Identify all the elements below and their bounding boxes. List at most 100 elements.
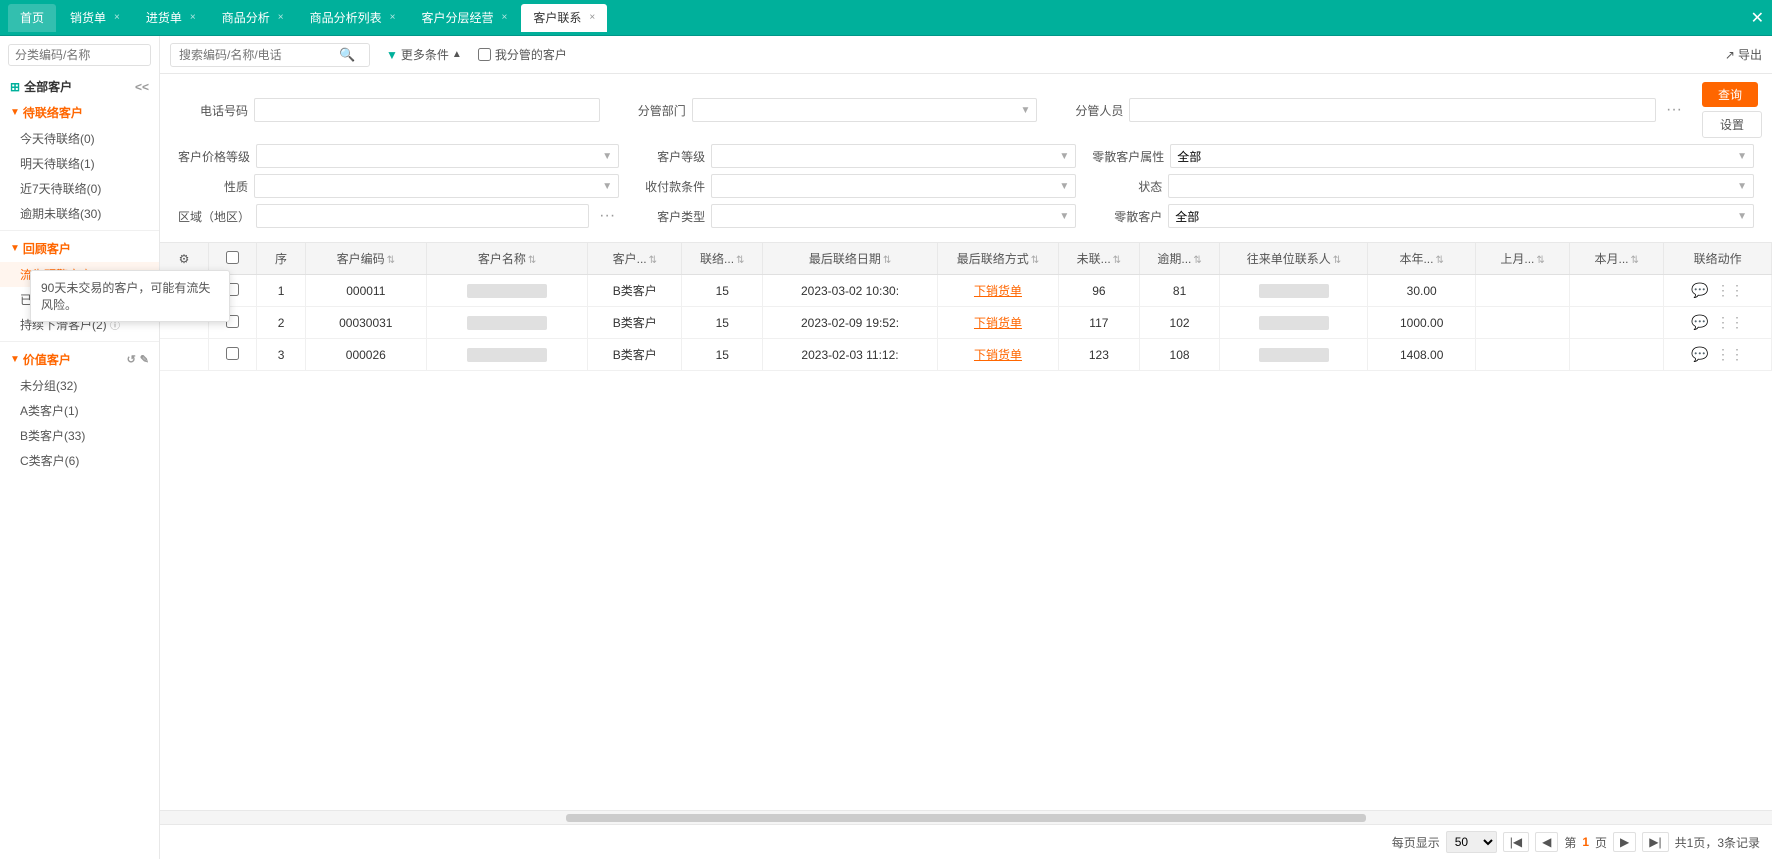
name-sort-icon[interactable]: ⇅ [528, 255, 536, 266]
row1-method-link[interactable]: 下销货单 [974, 284, 1022, 298]
unit-sort-icon[interactable]: ⇅ [1333, 255, 1341, 266]
filter-payment-select[interactable]: ▼ [711, 174, 1076, 198]
tab-product-analysis[interactable]: 商品分析 × [210, 4, 296, 32]
pg-last-btn[interactable]: ▶| [1642, 832, 1668, 852]
scroll-thumb[interactable] [566, 814, 1366, 822]
main-search-bar[interactable]: 🔍 [170, 43, 370, 67]
tab-product-list-close[interactable]: × [390, 12, 396, 23]
sidebar-search-input[interactable] [15, 48, 160, 62]
sidebar-group-lost[interactable]: ▼ 回顾客户 [0, 235, 159, 262]
tab-product-analysis-close[interactable]: × [278, 12, 284, 23]
th-last-contact-date[interactable]: 最后联络日期⇅ [763, 243, 938, 275]
sidebar-item-tomorrow-contact[interactable]: 明天待联络(1) [0, 151, 159, 176]
filter-dept-select[interactable]: ▼ [692, 98, 1038, 122]
date-sort-icon[interactable]: ⇅ [883, 255, 891, 266]
contact-sort-icon[interactable]: ⇅ [736, 255, 744, 266]
filter-person-more[interactable]: ··· [1662, 101, 1686, 119]
select-all-checkbox[interactable] [226, 251, 239, 264]
row3-method[interactable]: 下销货单 [937, 339, 1058, 371]
tab-home[interactable]: 首页 [8, 4, 56, 32]
sidebar-item-class-a[interactable]: A类客户(1) [0, 398, 159, 423]
tab-customer-contact[interactable]: 客户联系 × [521, 4, 607, 32]
sidebar-item-today-contact[interactable]: 今天待联络(0) [0, 126, 159, 151]
tab-sales[interactable]: 销货单 × [58, 4, 132, 32]
my-customers-checkbox[interactable] [478, 48, 491, 61]
filter-zero-attr-select[interactable]: 全部 ▼ [1170, 144, 1754, 168]
th-name[interactable]: 客户名称⇅ [426, 243, 587, 275]
query-btn[interactable]: 查询 [1702, 82, 1758, 107]
last-month-sort-icon[interactable]: ⇅ [1536, 255, 1544, 266]
th-this-month[interactable]: 本月...⇅ [1570, 243, 1664, 275]
this-year-sort-icon[interactable]: ⇅ [1435, 255, 1443, 266]
sidebar-collapse-icon[interactable]: << [135, 80, 149, 94]
not-contacted-sort-icon[interactable]: ⇅ [1113, 255, 1121, 266]
value-refresh-icon[interactable]: ↺ [127, 353, 136, 366]
code-sort-icon[interactable]: ⇅ [387, 255, 395, 266]
th-last-month[interactable]: 上月...⇅ [1475, 243, 1569, 275]
row1-method[interactable]: 下销货单 [937, 275, 1058, 307]
horizontal-scrollbar[interactable] [160, 810, 1772, 824]
export-btn[interactable]: ↗ 导出 [1725, 46, 1762, 63]
row2-action[interactable]: 💬 ⋮⋮ [1664, 307, 1772, 339]
this-month-sort-icon[interactable]: ⇅ [1631, 255, 1639, 266]
row2-method[interactable]: 下销货单 [937, 307, 1058, 339]
tab-purchase[interactable]: 进货单 × [134, 4, 208, 32]
filter-phone-input[interactable] [254, 98, 600, 122]
value-edit-icon[interactable]: ✎ [140, 353, 149, 366]
declining-info-icon[interactable]: ⓘ [110, 321, 120, 332]
filter-person-select[interactable] [1129, 98, 1656, 122]
tab-product-list[interactable]: 商品分析列表 × [298, 4, 408, 32]
sidebar-item-class-b[interactable]: B类客户(33) [0, 423, 159, 448]
type-sort-icon[interactable]: ⇅ [649, 255, 657, 266]
th-code[interactable]: 客户编码⇅ [305, 243, 426, 275]
sidebar-item-class-c[interactable]: C类客户(6) [0, 448, 159, 473]
main-search-input[interactable] [179, 48, 339, 62]
row3-checkbox[interactable] [208, 339, 256, 371]
filter-price-level-select[interactable]: ▼ [256, 144, 619, 168]
row3-method-link[interactable]: 下销货单 [974, 348, 1022, 362]
row1-action-more-icon[interactable]: ⋮⋮ [1716, 282, 1744, 298]
th-not-contacted[interactable]: 未联...⇅ [1059, 243, 1140, 275]
row1-action[interactable]: 💬 ⋮⋮ [1664, 275, 1772, 307]
filter-customer-level-select[interactable]: ▼ [711, 144, 1076, 168]
pg-next-btn[interactable]: ▶ [1613, 832, 1636, 852]
row3-action-more-icon[interactable]: ⋮⋮ [1716, 346, 1744, 362]
sidebar-item-ungrouped[interactable]: 未分组(32) [0, 373, 159, 398]
overdue-sort-icon[interactable]: ⇅ [1193, 255, 1201, 266]
row1-action-chat-icon[interactable]: 💬 [1691, 282, 1708, 298]
pg-prev-btn[interactable]: ◀ [1535, 832, 1558, 852]
pg-first-btn[interactable]: |◀ [1503, 832, 1529, 852]
sidebar-group-pending[interactable]: ▼ 待联络客户 [0, 99, 159, 126]
my-customers-label[interactable]: 我分管的客户 [478, 46, 567, 63]
filter-zero-customer-select[interactable]: 全部 ▼ [1168, 204, 1754, 228]
tab-customer-tier[interactable]: 客户分层经营 × [409, 4, 519, 32]
row3-checkbox-input[interactable] [226, 347, 239, 360]
table-settings-icon[interactable]: ⚙ [179, 252, 190, 266]
row2-action-more-icon[interactable]: ⋮⋮ [1716, 314, 1744, 330]
main-search-icon[interactable]: 🔍 [339, 47, 355, 63]
tab-sales-close[interactable]: × [114, 12, 120, 23]
tab-customer-tier-close[interactable]: × [501, 12, 507, 23]
th-overdue[interactable]: 逾期...⇅ [1139, 243, 1220, 275]
filter-status-select[interactable]: ▼ [1168, 174, 1754, 198]
th-contact[interactable]: 联络...⇅ [682, 243, 763, 275]
window-close-icon[interactable]: ✕ [1751, 8, 1764, 28]
sidebar-group-value[interactable]: ▼ 价值客户 ↺ ✎ [0, 346, 159, 373]
settings-btn[interactable]: 设置 [1702, 111, 1762, 138]
tab-purchase-close[interactable]: × [190, 12, 196, 23]
filter-region-more[interactable]: ··· [595, 207, 619, 225]
th-unit-contact[interactable]: 往来单位联系人⇅ [1220, 243, 1368, 275]
row3-action[interactable]: 💬 ⋮⋮ [1664, 339, 1772, 371]
th-this-year[interactable]: 本年...⇅ [1368, 243, 1476, 275]
more-conditions-btn[interactable]: ▼ 更多条件 ▲ [378, 42, 470, 67]
th-type[interactable]: 客户...⇅ [588, 243, 682, 275]
method-sort-icon[interactable]: ⇅ [1031, 255, 1039, 266]
filter-nature-select[interactable]: ▼ [254, 174, 619, 198]
row2-method-link[interactable]: 下销货单 [974, 316, 1022, 330]
row2-action-chat-icon[interactable]: 💬 [1691, 314, 1708, 330]
per-page-select[interactable]: 50 20 100 [1446, 831, 1497, 853]
tab-customer-contact-close[interactable]: × [589, 12, 595, 23]
sidebar-item-overdue-contact[interactable]: 逾期未联络(30) [0, 201, 159, 226]
sidebar-search-box[interactable]: 🔍 [8, 44, 151, 66]
filter-region-select[interactable] [256, 204, 589, 228]
